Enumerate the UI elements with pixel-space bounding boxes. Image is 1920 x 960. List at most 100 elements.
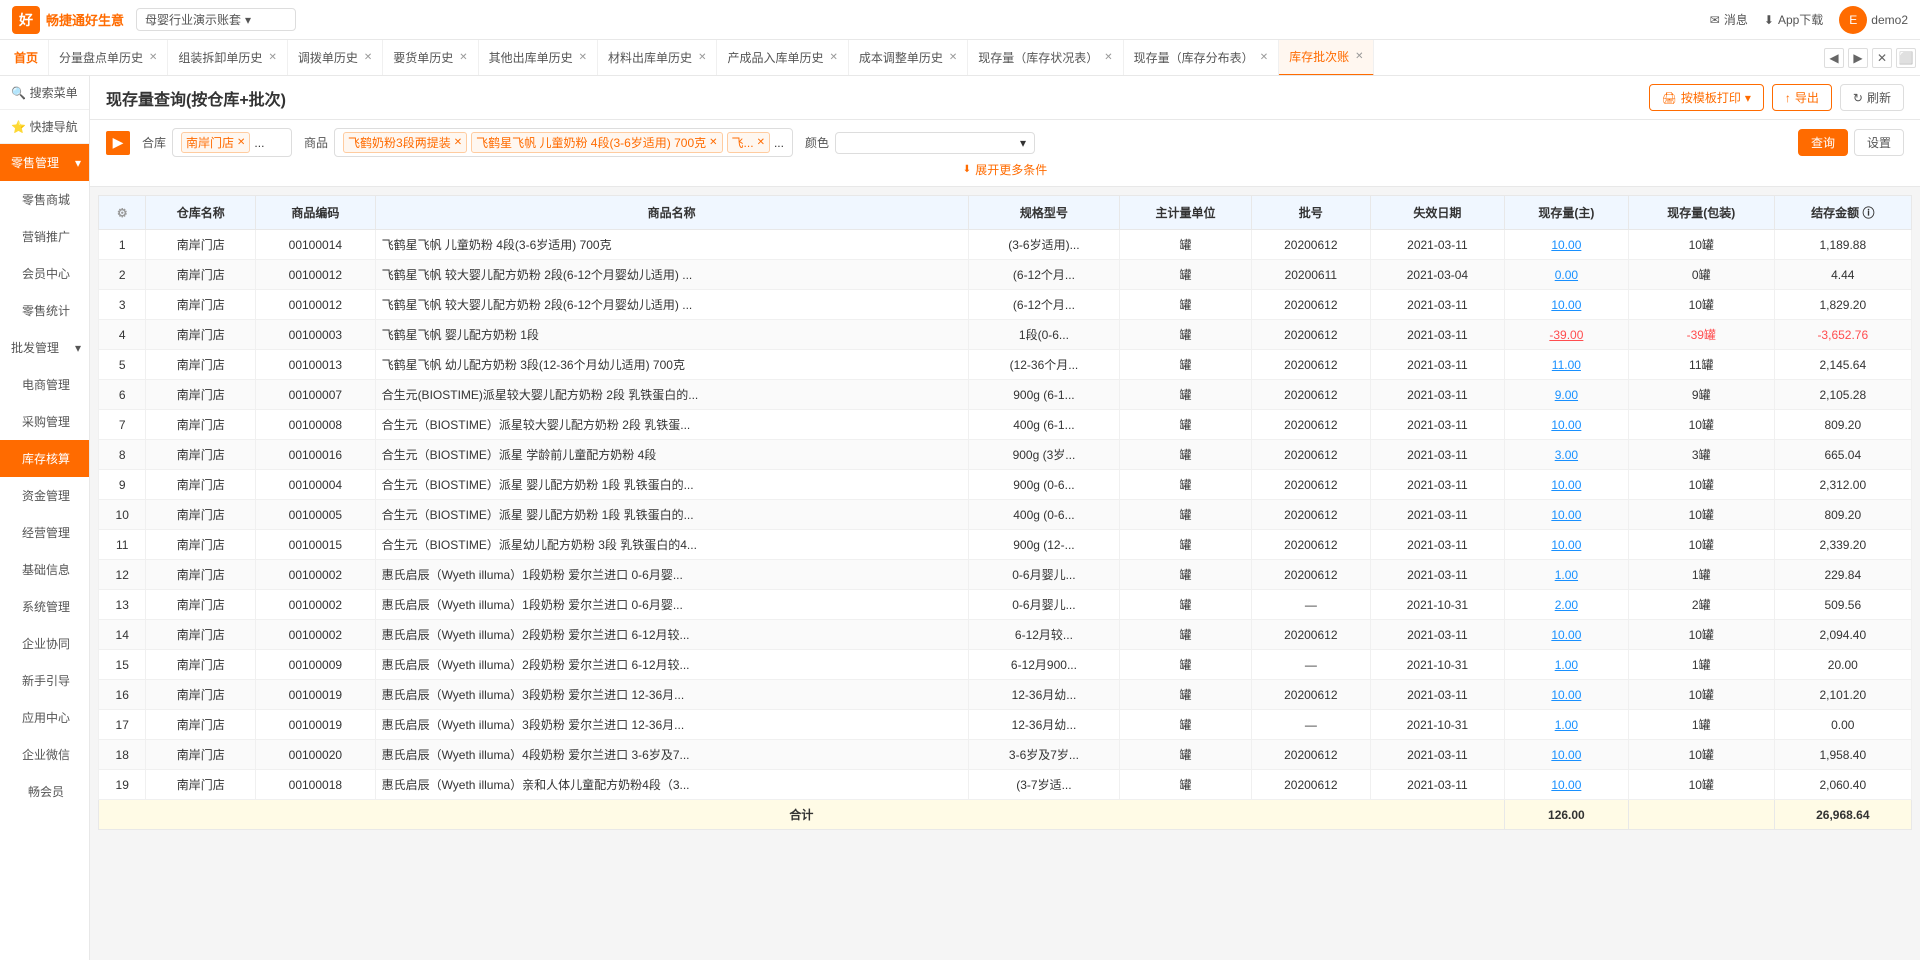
close-icon[interactable]: ✕ [579, 52, 587, 63]
close-icon[interactable]: ✕ [829, 52, 837, 63]
product-tag-2-remove[interactable]: ✕ [709, 137, 717, 148]
cell-qty-main[interactable]: 10.00 [1504, 770, 1628, 800]
cell-qty-main[interactable]: 10.00 [1504, 680, 1628, 710]
warehouse-input[interactable]: 南岸门店 ✕ ... [172, 128, 292, 157]
cell-no: 19 [99, 770, 146, 800]
tab-chengben[interactable]: 成本调整单历史 ✕ [849, 40, 968, 76]
sidebar-item-purchase[interactable]: 采购管理 [0, 403, 89, 440]
tab-scroll-left[interactable]: ◀ [1824, 48, 1844, 68]
cell-qty-main[interactable]: 10.00 [1504, 740, 1628, 770]
user-profile[interactable]: E demo2 [1839, 6, 1908, 34]
product-tag-1-remove[interactable]: ✕ [454, 137, 462, 148]
filter-expand-arrow[interactable]: ▶ [106, 131, 130, 155]
cell-batch: 20200612 [1251, 680, 1370, 710]
sidebar-item-marketing[interactable]: 营销推广 [0, 218, 89, 255]
sidebar-item-member2[interactable]: 畅会员 [0, 773, 89, 810]
sidebar-item-system[interactable]: 系统管理 [0, 588, 89, 625]
cell-warehouse: 南岸门店 [146, 560, 256, 590]
cell-qty-main[interactable]: 2.00 [1504, 590, 1628, 620]
close-icon[interactable]: ✕ [149, 52, 157, 63]
close-icon[interactable]: ✕ [1260, 52, 1268, 63]
sidebar-item-basic-info[interactable]: 基础信息 [0, 551, 89, 588]
cell-qty-pack: 11罐 [1628, 350, 1774, 380]
sidebar-item-retail-shop[interactable]: 零售商城 [0, 181, 89, 218]
refresh-button[interactable]: ↻ 刷新 [1840, 84, 1904, 111]
sidebar-item-wholesale[interactable]: 批发管理 ▾ [0, 329, 89, 366]
cell-unit: 罐 [1120, 650, 1251, 680]
tab-qitachu[interactable]: 其他出库单历史 ✕ [479, 40, 598, 76]
cell-no: 12 [99, 560, 146, 590]
settings-button[interactable]: 设置 [1854, 129, 1904, 156]
sidebar-item-guide[interactable]: 新手引导 [0, 662, 89, 699]
close-icon[interactable]: ✕ [1104, 52, 1112, 63]
sidebar-item-ecommerce[interactable]: 电商管理 [0, 366, 89, 403]
cell-code: 00100012 [256, 290, 375, 320]
tab-xiancun2[interactable]: 现存量（库存分布表） ✕ [1124, 40, 1279, 76]
sidebar-item-app-center[interactable]: 应用中心 [0, 699, 89, 736]
tab-maximize[interactable]: ⬜ [1896, 48, 1916, 68]
cell-qty-main[interactable]: 9.00 [1504, 380, 1628, 410]
cell-qty-main[interactable]: 10.00 [1504, 500, 1628, 530]
cell-qty-main[interactable]: 10.00 [1504, 470, 1628, 500]
cell-unit: 罐 [1120, 230, 1251, 260]
cell-qty-main[interactable]: 1.00 [1504, 710, 1628, 740]
cell-qty-main[interactable]: 10.00 [1504, 410, 1628, 440]
cell-qty-main[interactable]: 1.00 [1504, 560, 1628, 590]
col-settings[interactable]: ⚙ [99, 196, 146, 230]
store-selector[interactable]: 母婴行业演示账套 ▾ [136, 8, 296, 31]
tab-home[interactable]: 首页 [4, 40, 49, 76]
close-icon[interactable]: ✕ [949, 52, 957, 63]
chevron-down-icon: ▾ [245, 13, 251, 27]
cell-qty-main[interactable]: 3.00 [1504, 440, 1628, 470]
product-input[interactable]: 飞鹤奶粉3段两提装 ✕ 飞鹤星飞帆 儿童奶粉 4段(3-6岁适用) 700克 ✕… [334, 128, 793, 157]
cell-qty-pack: 10罐 [1628, 680, 1774, 710]
cell-qty-main[interactable]: 0.00 [1504, 260, 1628, 290]
sidebar-item-inventory[interactable]: 库存核算 [0, 440, 89, 477]
sidebar-item-operations[interactable]: 经营管理 [0, 514, 89, 551]
sidebar-quick-nav[interactable]: ⭐ 快捷导航 [0, 110, 89, 144]
warehouse-remove[interactable]: ✕ [237, 137, 245, 148]
tab-fenliang[interactable]: 分量盘点单历史 ✕ [49, 40, 168, 76]
tab-xiancun1[interactable]: 现存量（库存状况表） ✕ [968, 40, 1123, 76]
cell-qty-main[interactable]: 10.00 [1504, 620, 1628, 650]
close-icon[interactable]: ✕ [364, 52, 372, 63]
tab-scroll-right[interactable]: ▶ [1848, 48, 1868, 68]
sidebar-item-enterprise[interactable]: 企业协同 [0, 625, 89, 662]
messages-button[interactable]: ✉ 消息 [1710, 11, 1748, 28]
tab-zuzhuang[interactable]: 组装拆卸单历史 ✕ [168, 40, 287, 76]
close-icon[interactable]: ✕ [268, 52, 276, 63]
query-button[interactable]: 查询 [1798, 129, 1848, 156]
tab-diaob[interactable]: 调拨单历史 ✕ [288, 40, 383, 76]
cell-qty-main[interactable]: 11.00 [1504, 350, 1628, 380]
tab-yaohuo[interactable]: 要货单历史 ✕ [383, 40, 478, 76]
cell-qty-main[interactable]: 1.00 [1504, 650, 1628, 680]
sidebar-item-retail-stats[interactable]: 零售统计 [0, 292, 89, 329]
cell-spec: (12-36个月... [968, 350, 1120, 380]
tab-kucun-pici[interactable]: 库存批次账 ✕ [1279, 40, 1374, 76]
tab-cailiao[interactable]: 材料出库单历史 ✕ [598, 40, 717, 76]
cell-expire: 2021-10-31 [1371, 590, 1505, 620]
expand-more-button[interactable]: ⬇ 展开更多条件 [106, 161, 1904, 178]
cell-qty-main[interactable]: 10.00 [1504, 230, 1628, 260]
color-input[interactable]: ▾ [835, 132, 1035, 154]
sidebar-item-member[interactable]: 会员中心 [0, 255, 89, 292]
cell-qty-main[interactable]: 10.00 [1504, 530, 1628, 560]
sidebar-item-finance[interactable]: 资金管理 [0, 477, 89, 514]
close-icon[interactable]: ✕ [1355, 51, 1363, 62]
product-tag-3-remove[interactable]: ✕ [757, 137, 765, 148]
template-print-button[interactable]: 🖨 按模板打印 ▾ [1649, 84, 1764, 111]
app-download-button[interactable]: ⬇ App下载 [1764, 11, 1823, 28]
main-layout: 🔍 搜索菜单 ⭐ 快捷导航 零售管理 ▾ 零售商城 营销推广 会员中心 零售统计… [0, 76, 1920, 960]
cell-no: 10 [99, 500, 146, 530]
export-button[interactable]: ↑ 导出 [1772, 84, 1832, 111]
sidebar-search[interactable]: 🔍 搜索菜单 [0, 76, 89, 110]
cell-qty-main[interactable]: -39.00 [1504, 320, 1628, 350]
sidebar-item-wechat[interactable]: 企业微信 [0, 736, 89, 773]
cell-qty-main[interactable]: 10.00 [1504, 290, 1628, 320]
tab-chengpin[interactable]: 产成品入库单历史 ✕ [717, 40, 848, 76]
close-icon[interactable]: ✕ [698, 52, 706, 63]
tab-close-all[interactable]: ✕ [1872, 48, 1892, 68]
cell-no: 8 [99, 440, 146, 470]
close-icon[interactable]: ✕ [459, 52, 467, 63]
sidebar-item-retail-mgmt[interactable]: 零售管理 ▾ [0, 144, 89, 181]
